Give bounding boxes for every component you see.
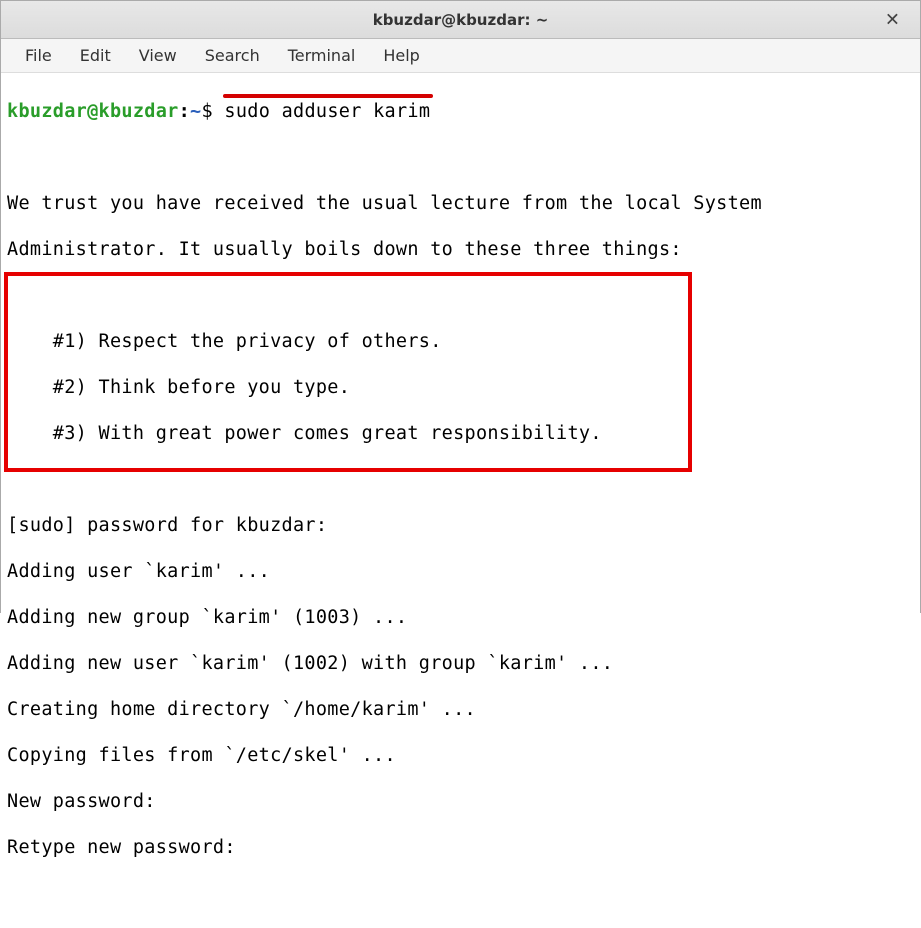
command-input: sudo adduser karim <box>224 101 430 122</box>
command-underline-annotation <box>223 94 433 98</box>
close-icon[interactable]: ✕ <box>879 7 906 32</box>
new-password-prompt: New password: <box>7 790 914 813</box>
terminal-output[interactable]: kbuzdar@kbuzdar:~$ sudo adduser karim We… <box>1 73 920 614</box>
retype-password-prompt: Retype new password: <box>7 836 914 859</box>
rule-2: #2) Think before you type. <box>7 376 914 399</box>
menubar: File Edit View Search Terminal Help <box>1 39 920 73</box>
menu-edit[interactable]: Edit <box>66 40 125 71</box>
prompt-dollar: $ <box>201 101 224 122</box>
rule-3: #3) With great power comes great respons… <box>7 422 914 445</box>
menu-help[interactable]: Help <box>369 40 433 71</box>
adduser-line-4: Creating home directory `/home/karim' ..… <box>7 698 914 721</box>
prompt-path: ~ <box>190 101 201 122</box>
adduser-line-2: Adding new group `karim' (1003) ... <box>7 606 914 629</box>
menu-view[interactable]: View <box>125 40 191 71</box>
titlebar: kbuzdar@kbuzdar: ~ ✕ <box>1 1 920 39</box>
menu-search[interactable]: Search <box>191 40 274 71</box>
adduser-line-1: Adding user `karim' ... <box>7 560 914 583</box>
adduser-line-5: Copying files from `/etc/skel' ... <box>7 744 914 767</box>
menu-terminal[interactable]: Terminal <box>274 40 370 71</box>
lecture-line-1: We trust you have received the usual lec… <box>7 192 914 215</box>
rule-1: #1) Respect the privacy of others. <box>7 330 914 353</box>
window-title: kbuzdar@kbuzdar: ~ <box>373 11 549 29</box>
sudo-password-prompt: [sudo] password for kbuzdar: <box>7 514 914 537</box>
prompt-sep: : <box>179 101 190 122</box>
prompt-user-host: kbuzdar@kbuzdar <box>7 101 179 122</box>
adduser-line-3: Adding new user `karim' (1002) with grou… <box>7 652 914 675</box>
lecture-line-2: Administrator. It usually boils down to … <box>7 238 914 261</box>
menu-file[interactable]: File <box>11 40 66 71</box>
